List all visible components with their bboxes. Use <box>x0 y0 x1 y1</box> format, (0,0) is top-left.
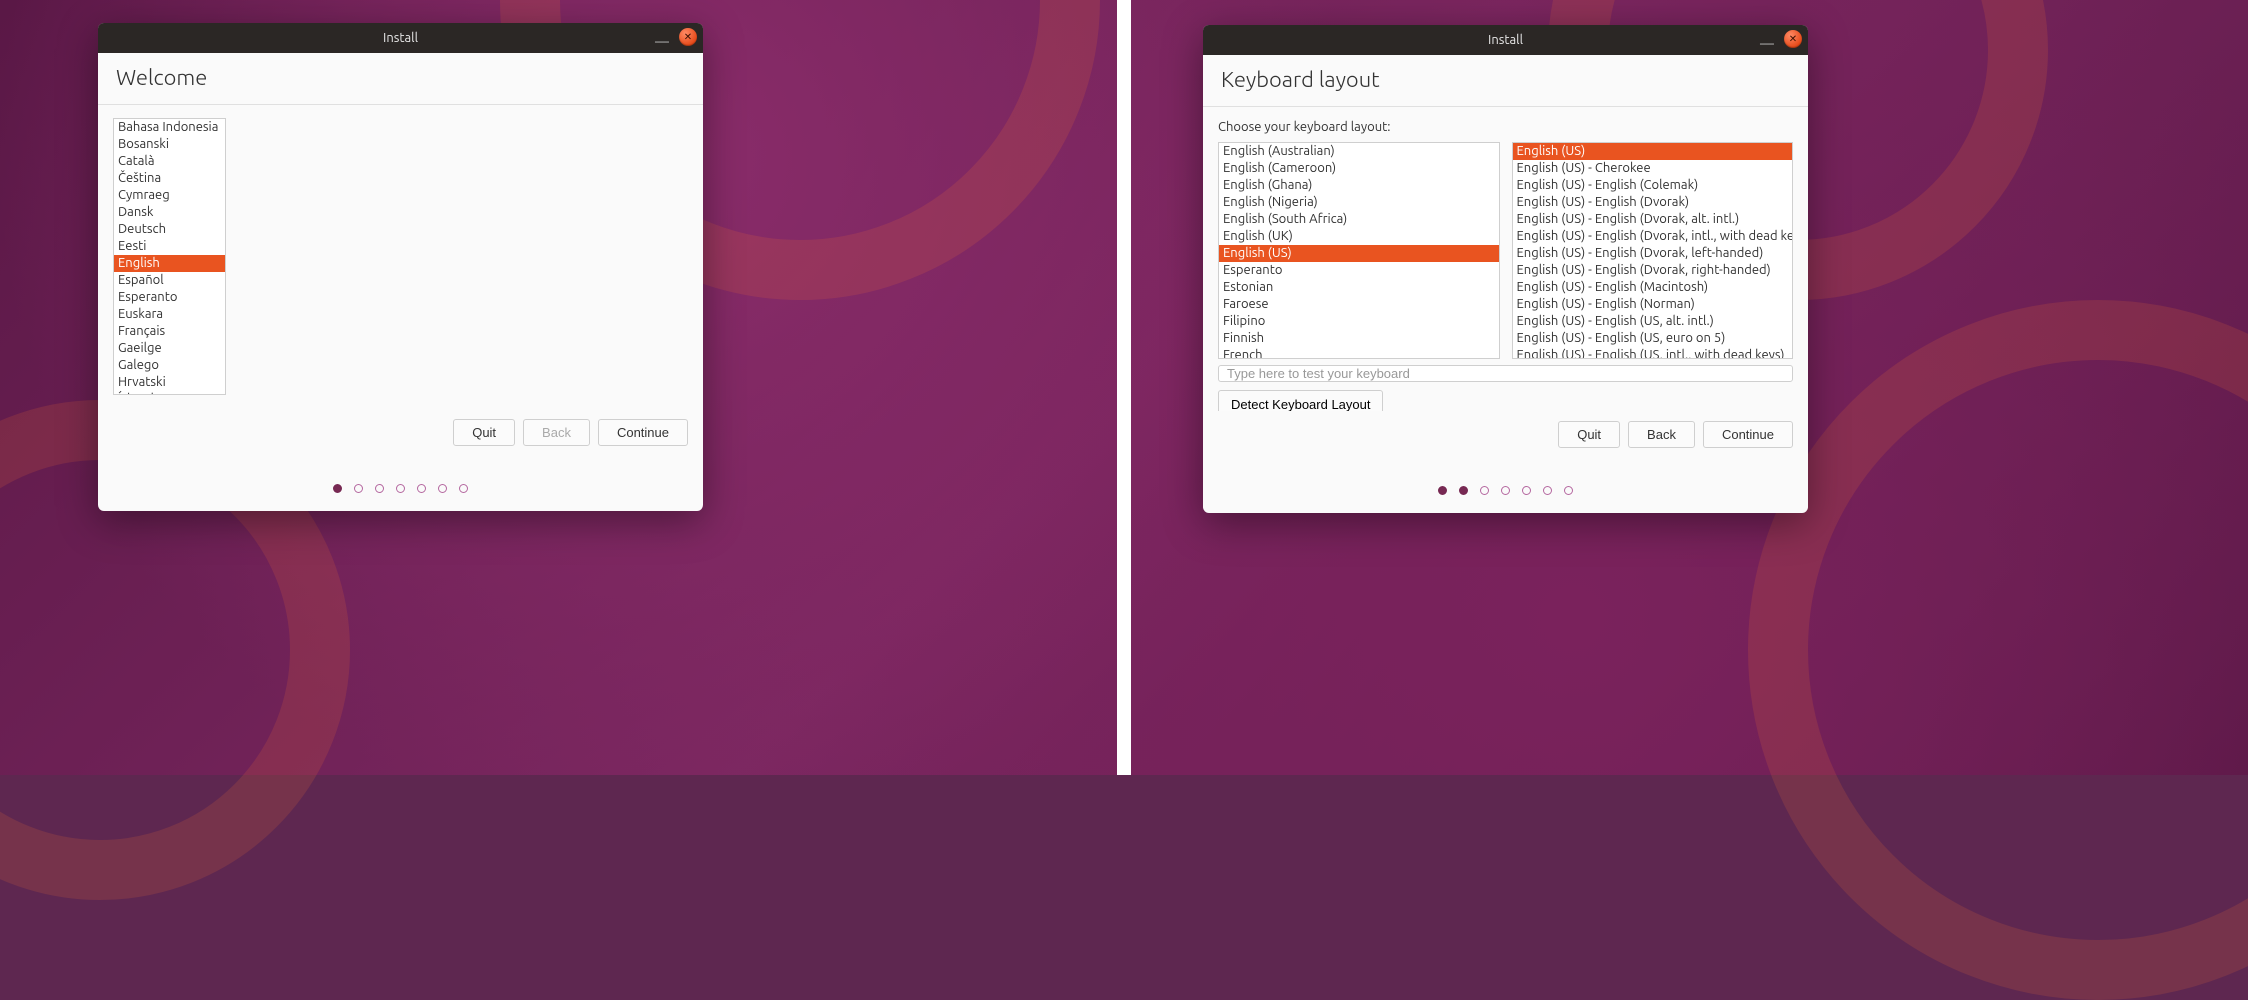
list-item[interactable]: Hrvatski <box>114 374 225 391</box>
list-item[interactable]: Galego <box>114 357 225 374</box>
list-item[interactable]: Deutsch <box>114 221 225 238</box>
list-item[interactable]: English (US) - English (US, alt. intl.) <box>1513 313 1793 330</box>
list-item[interactable]: French <box>1219 347 1499 359</box>
list-item[interactable]: English (US) - English (Norman) <box>1513 296 1793 313</box>
choose-layout-label: Choose your keyboard layout: <box>1218 120 1793 134</box>
list-item[interactable]: Estonian <box>1219 279 1499 296</box>
list-item[interactable]: English (US) - English (US, euro on 5) <box>1513 330 1793 347</box>
footer-buttons: Quit Back Continue <box>98 409 703 452</box>
list-item[interactable]: Čeština <box>114 170 225 187</box>
installer-window: Install — ✕ Keyboard layout Choose your … <box>1203 25 1808 513</box>
step-dot <box>459 484 468 493</box>
list-item[interactable]: Dansk <box>114 204 225 221</box>
screenshot-divider <box>1117 0 1131 775</box>
step-dot <box>1438 486 1447 495</box>
continue-button[interactable]: Continue <box>598 419 688 446</box>
list-item[interactable]: English (UK) <box>1219 228 1499 245</box>
list-item[interactable]: English (US) - English (Dvorak, right-ha… <box>1513 262 1793 279</box>
titlebar[interactable]: Install — ✕ <box>1203 25 1808 55</box>
list-item[interactable]: English (Cameroon) <box>1219 160 1499 177</box>
list-item[interactable]: Bahasa Indonesia <box>114 119 225 136</box>
step-dot <box>1501 486 1510 495</box>
list-item[interactable]: Cymraeg <box>114 187 225 204</box>
back-button: Back <box>523 419 590 446</box>
installer-window: Install — ✕ Welcome Bahasa IndonesiaBosa… <box>98 23 703 511</box>
step-dot <box>354 484 363 493</box>
titlebar[interactable]: Install — ✕ <box>98 23 703 53</box>
step-dot <box>1459 486 1468 495</box>
list-item[interactable]: English (US) - English (Dvorak, alt. int… <box>1513 211 1793 228</box>
list-item[interactable]: English (US) <box>1513 143 1793 160</box>
list-item[interactable]: English (Ghana) <box>1219 177 1499 194</box>
list-item[interactable]: Gaeilge <box>114 340 225 357</box>
minimize-icon[interactable]: — <box>1760 32 1774 46</box>
window-title: Install <box>1488 33 1523 47</box>
list-item[interactable]: English (US) <box>1219 245 1499 262</box>
list-item[interactable]: Filipino <box>1219 313 1499 330</box>
step-dot <box>1543 486 1552 495</box>
list-item[interactable]: Esperanto <box>1219 262 1499 279</box>
step-dot <box>1480 486 1489 495</box>
step-dot <box>333 484 342 493</box>
quit-button[interactable]: Quit <box>1558 421 1620 448</box>
list-item[interactable]: English <box>114 255 225 272</box>
step-indicator <box>1203 454 1808 513</box>
footer-buttons: Quit Back Continue <box>1203 411 1808 454</box>
window-title: Install <box>383 31 418 45</box>
list-item[interactable]: English (US) - Cherokee <box>1513 160 1793 177</box>
list-item[interactable]: Español <box>114 272 225 289</box>
language-list[interactable]: Bahasa IndonesiaBosanskiCatalàČeštinaCym… <box>113 118 226 395</box>
quit-button[interactable]: Quit <box>453 419 515 446</box>
page-title: Welcome <box>98 53 703 105</box>
layout-list-country[interactable]: English (Australian)English (Cameroon)En… <box>1218 142 1500 359</box>
step-dot <box>396 484 405 493</box>
continue-button[interactable]: Continue <box>1703 421 1793 448</box>
list-item[interactable]: Euskara <box>114 306 225 323</box>
keyboard-test-input[interactable] <box>1218 365 1793 382</box>
step-dot <box>417 484 426 493</box>
list-item[interactable]: English (US) - English (Macintosh) <box>1513 279 1793 296</box>
list-item[interactable]: English (Nigeria) <box>1219 194 1499 211</box>
list-item[interactable]: Finnish <box>1219 330 1499 347</box>
list-item[interactable]: English (US) - English (Dvorak, intl., w… <box>1513 228 1793 245</box>
list-item[interactable]: Esperanto <box>114 289 225 306</box>
list-item[interactable]: Français <box>114 323 225 340</box>
list-item[interactable]: English (South Africa) <box>1219 211 1499 228</box>
screenshot-keyboard: Install — ✕ Keyboard layout Choose your … <box>1131 0 2248 775</box>
list-item[interactable]: Íslenska <box>114 391 225 395</box>
list-item[interactable]: Català <box>114 153 225 170</box>
step-dot <box>1564 486 1573 495</box>
close-icon[interactable]: ✕ <box>1784 30 1802 48</box>
detect-layout-button[interactable]: Detect Keyboard Layout <box>1218 390 1383 411</box>
list-item[interactable]: English (US) - English (Colemak) <box>1513 177 1793 194</box>
screenshot-welcome: Install — ✕ Welcome Bahasa IndonesiaBosa… <box>0 0 1117 775</box>
list-item[interactable]: English (US) - English (US, intl., with … <box>1513 347 1793 359</box>
page-title: Keyboard layout <box>1203 55 1808 107</box>
step-indicator <box>98 452 703 511</box>
list-item[interactable]: Bosanski <box>114 136 225 153</box>
list-item[interactable]: English (US) - English (Dvorak, left-han… <box>1513 245 1793 262</box>
step-dot <box>1522 486 1531 495</box>
step-dot <box>375 484 384 493</box>
step-dot <box>438 484 447 493</box>
minimize-icon[interactable]: — <box>655 30 669 44</box>
list-item[interactable]: Faroese <box>1219 296 1499 313</box>
layout-list-variant[interactable]: English (US)English (US) - CherokeeEngli… <box>1512 142 1794 359</box>
back-button[interactable]: Back <box>1628 421 1695 448</box>
close-icon[interactable]: ✕ <box>679 28 697 46</box>
list-item[interactable]: English (US) - English (Dvorak) <box>1513 194 1793 211</box>
list-item[interactable]: Eesti <box>114 238 225 255</box>
list-item[interactable]: English (Australian) <box>1219 143 1499 160</box>
